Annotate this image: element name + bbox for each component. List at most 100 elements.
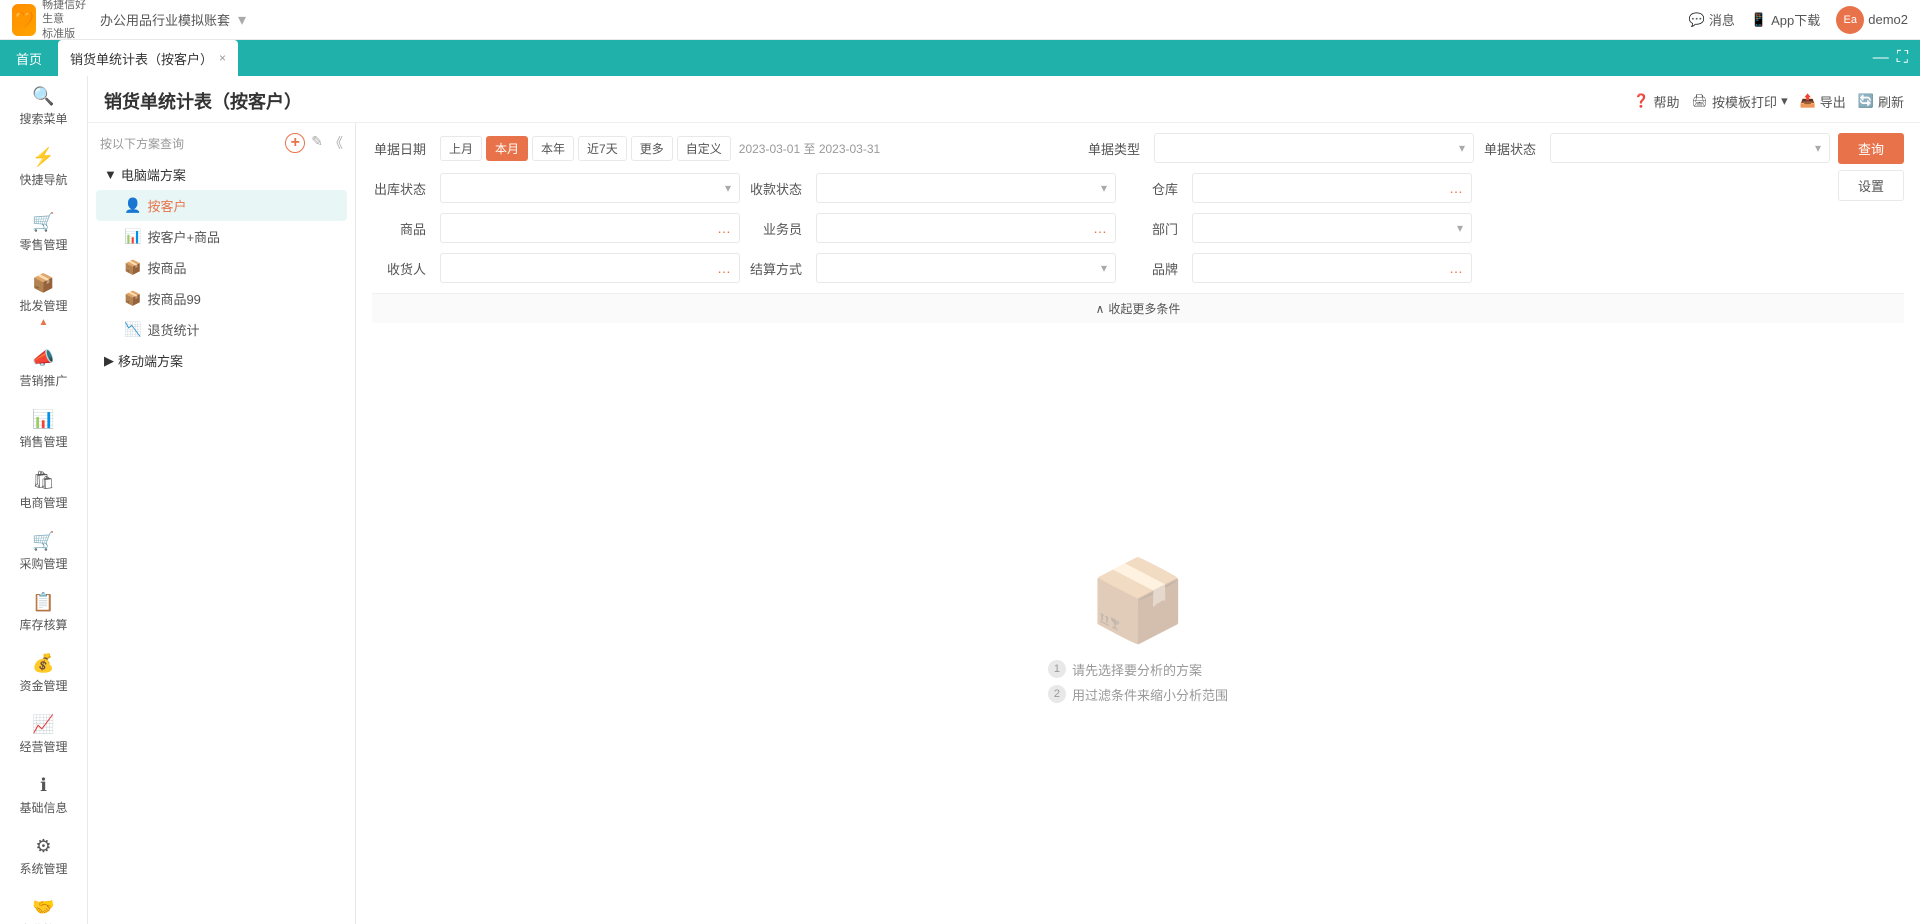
date-btn-last-month[interactable]: 上月: [440, 136, 482, 161]
doc-type-arrow: ▾: [1459, 141, 1465, 155]
query-btn[interactable]: 查询: [1838, 133, 1904, 164]
staff-ellipsis: …: [1093, 220, 1107, 236]
user-area[interactable]: Ea demo2: [1836, 6, 1908, 34]
topbar-left: 🧡 畅捷信好生意 标准版 办公用品行业模拟账套 ▾: [12, 0, 246, 41]
tab-close-btn[interactable]: ×: [219, 51, 226, 65]
out-status-arrow: ▾: [725, 181, 731, 195]
tree-group-mobile-arrow: ▶: [104, 353, 114, 369]
refresh-btn[interactable]: 🔄 刷新: [1858, 92, 1904, 111]
dept-select[interactable]: ▾: [1192, 213, 1472, 243]
tab-active[interactable]: 销货单统计表（按客户） ×: [58, 40, 238, 76]
topbar: 🧡 畅捷信好生意 标准版 办公用品行业模拟账套 ▾ 💬 消息 📱 App下载 E…: [0, 0, 1920, 40]
date-label: 单据日期: [372, 139, 432, 158]
warehouse-label: 仓库: [1124, 179, 1184, 198]
sidebar-item-system[interactable]: ⚙ 系统管理: [0, 826, 87, 887]
doc-type-select[interactable]: ▾: [1154, 133, 1474, 163]
logo-text: 畅捷信好生意 标准版: [42, 0, 92, 41]
tree-group-mobile: ▶ 移动端方案: [88, 345, 355, 376]
staff-input[interactable]: …: [816, 213, 1116, 243]
customer-icon: 👤: [124, 197, 141, 214]
topbar-right: 💬 消息 📱 App下载 Ea demo2: [1689, 6, 1908, 34]
collect-status-label: 收款状态: [748, 179, 808, 198]
filter-row-1: 单据日期 上月 本月 本年 近7天 更多 自定义 2023-03-01 至 20…: [372, 133, 1830, 163]
app-download-btn[interactable]: 📱 App下载: [1751, 10, 1820, 29]
sidebar-item-inventory[interactable]: 📋 库存核算: [0, 582, 87, 643]
edit-scheme-btn[interactable]: ✎: [311, 133, 323, 153]
doc-status-select[interactable]: ▾: [1550, 133, 1830, 163]
sidebar-item-retail[interactable]: 🛒 零售管理: [0, 202, 87, 263]
collect-status-select[interactable]: ▾: [816, 173, 1116, 203]
maximize-btn[interactable]: ⛶: [1897, 49, 1908, 67]
print-dropdown-icon[interactable]: ▾: [1781, 93, 1788, 109]
tabbar-right: — ⛶: [1873, 49, 1920, 67]
message-btn[interactable]: 💬 消息: [1689, 10, 1735, 29]
sidebar-item-marketing[interactable]: 📣 营销推广: [0, 338, 87, 399]
goods99-icon: 📦: [124, 290, 141, 307]
collab-icon: 🤝: [32, 897, 54, 918]
tree-item-by-goods99[interactable]: 📦 按商品99: [96, 283, 347, 314]
out-status-select[interactable]: ▾: [440, 173, 740, 203]
logo-icon: 🧡: [12, 4, 36, 36]
tip-num-1: 1: [1048, 660, 1066, 678]
download-icon: 📱: [1751, 12, 1767, 28]
doc-status-arrow: ▾: [1815, 141, 1821, 155]
tree-group-mobile-header[interactable]: ▶ 移动端方案: [96, 345, 347, 376]
sidebar-item-finance[interactable]: 💰 资金管理: [0, 643, 87, 704]
sidebar-item-nav[interactable]: ⚡ 快捷导航: [0, 137, 87, 198]
filter-row-4: 收货人 … 结算方式 ▾ 品牌: [372, 253, 1830, 283]
collapse-panel-btn[interactable]: 《: [329, 133, 343, 153]
print-icon: 🖨: [1692, 93, 1709, 109]
help-btn[interactable]: ❓ 帮助: [1633, 92, 1679, 111]
collapse-bar[interactable]: ∧ 收起更多条件: [372, 293, 1904, 323]
logo-area: 🧡 畅捷信好生意 标准版: [12, 0, 92, 41]
goods-ellipsis: …: [717, 220, 731, 236]
add-scheme-btn[interactable]: +: [285, 133, 305, 153]
sidebar-item-basic-info[interactable]: ℹ 基础信息: [0, 765, 87, 826]
sidebar-item-collab[interactable]: 🤝 企业协同: [0, 887, 87, 924]
date-range: 2023-03-01 至 2023-03-31: [739, 140, 880, 157]
tree-group-pc-header[interactable]: ▼ 电脑端方案: [96, 159, 347, 190]
filter-row-3: 商品 … 业务员 … 部门: [372, 213, 1830, 243]
tree-item-by-goods[interactable]: 📦 按商品: [96, 252, 347, 283]
sidebar-item-sales[interactable]: 📊 销售管理: [0, 399, 87, 460]
filter-main: 单据日期 上月 本月 本年 近7天 更多 自定义 2023-03-01 至 20…: [372, 133, 1830, 293]
dropdown-icon[interactable]: ▾: [238, 10, 246, 30]
print-btn[interactable]: 🖨 按模板打印 ▾: [1692, 92, 1788, 111]
tree-item-return-stats[interactable]: 📉 退货统计: [96, 314, 347, 345]
date-btn-this-month[interactable]: 本月: [486, 136, 528, 161]
settlement-label: 结算方式: [748, 259, 808, 278]
sidebar-item-search[interactable]: 🔍 搜索菜单: [0, 76, 87, 137]
purchase-icon: 🛒: [32, 531, 54, 552]
empty-illustration: 📦: [1088, 554, 1188, 648]
sidebar-item-wholesale[interactable]: 📦 批发管理 ▲: [0, 263, 87, 338]
sidebar-item-ecommerce[interactable]: 🛍 电商管理: [0, 460, 87, 521]
date-btn-custom[interactable]: 自定义: [677, 136, 731, 161]
tree-item-by-customer[interactable]: 👤 按客户: [96, 190, 347, 221]
avatar: Ea: [1836, 6, 1864, 34]
empty-tip-2: 2 用过滤条件来缩小分析范围: [1048, 685, 1228, 704]
date-btn-more[interactable]: 更多: [631, 136, 673, 161]
brand-ellipsis: …: [1449, 260, 1463, 276]
settlement-select[interactable]: ▾: [816, 253, 1116, 283]
receiver-input[interactable]: …: [440, 253, 740, 283]
export-btn[interactable]: 📤 导出: [1800, 92, 1846, 111]
tree-item-customer-goods[interactable]: 📊 按客户+商品: [96, 221, 347, 252]
warehouse-input[interactable]: …: [1192, 173, 1472, 203]
left-panel-header: 按以下方案查询 + ✎ 《: [88, 123, 355, 159]
collapse-icon: ∧: [1096, 302, 1105, 316]
date-btn-7days[interactable]: 近7天: [578, 136, 627, 161]
tabbar: 首页 销货单统计表（按客户） × — ⛶: [0, 40, 1920, 76]
left-panel-title: 按以下方案查询: [100, 135, 184, 152]
goods-input[interactable]: …: [440, 213, 740, 243]
sidebar-item-purchase[interactable]: 🛒 采购管理: [0, 521, 87, 582]
page-title: 销货单统计表（按客户）: [104, 88, 302, 114]
minimize-btn[interactable]: —: [1873, 49, 1889, 67]
sidebar-item-operation[interactable]: 📈 经营管理: [0, 704, 87, 765]
settings-btn[interactable]: 设置: [1838, 170, 1904, 201]
date-btn-this-year[interactable]: 本年: [532, 136, 574, 161]
tab-home[interactable]: 首页: [0, 40, 58, 76]
wholesale-icon: 📦: [32, 273, 54, 294]
brand-input[interactable]: …: [1192, 253, 1472, 283]
operation-icon: 📈: [32, 714, 54, 735]
receiver-label: 收货人: [372, 259, 432, 278]
